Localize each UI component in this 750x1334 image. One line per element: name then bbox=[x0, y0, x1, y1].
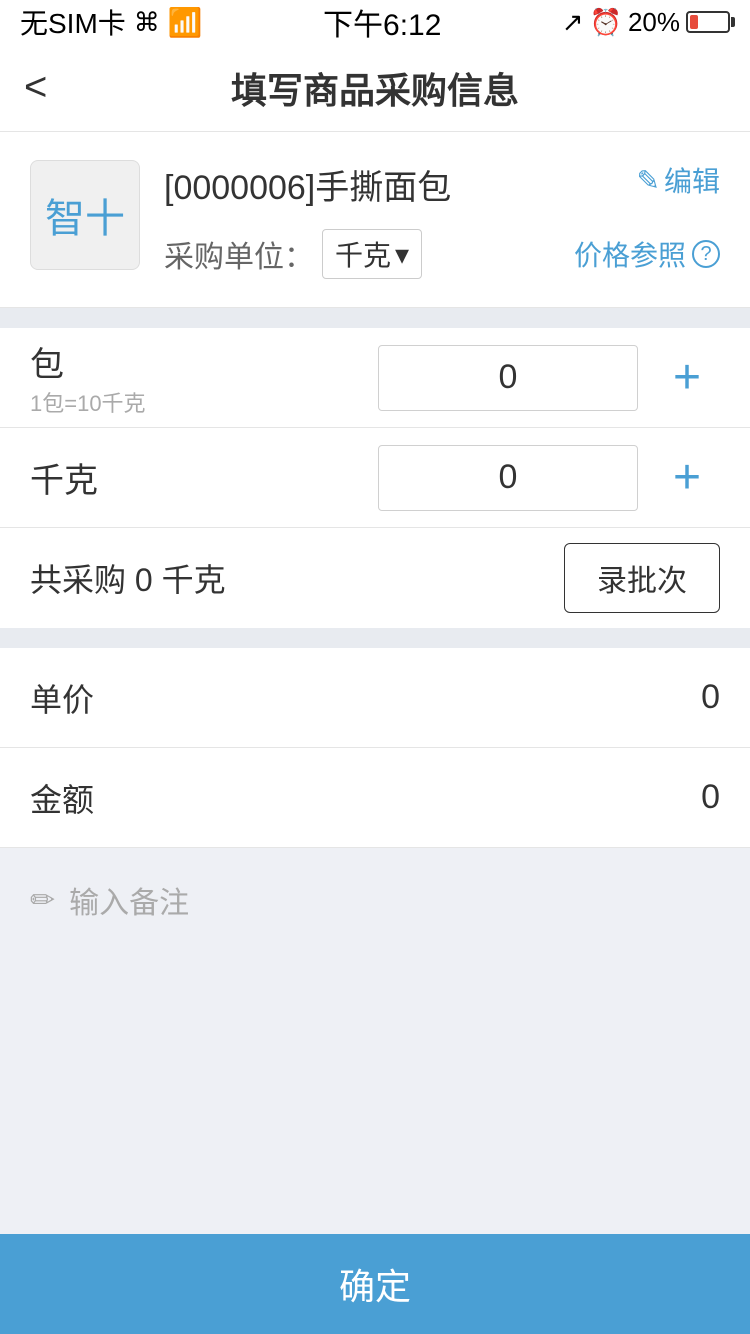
price-section: 单价 0 金额 0 bbox=[0, 648, 750, 848]
purchase-unit-label: 采购单位： 千克 ▾ bbox=[164, 229, 422, 279]
record-batch-button[interactable]: 录批次 bbox=[564, 543, 720, 613]
bag-main-label: 包 bbox=[30, 337, 190, 386]
kg-input-row: 千克 0 + bbox=[0, 428, 750, 528]
section-divider-1 bbox=[0, 308, 750, 328]
kg-value: 0 bbox=[499, 458, 518, 497]
price-ref-link[interactable]: 价格参照 ? bbox=[574, 234, 720, 274]
status-right: ↗ ⏰ 20% bbox=[562, 7, 730, 38]
carrier-label: 无SIM卡 bbox=[20, 2, 126, 42]
wifi-signal: 📶 bbox=[168, 6, 203, 39]
page-title: 填写商品采购信息 bbox=[231, 62, 519, 114]
product-image: 智十 bbox=[30, 160, 140, 270]
summary-row: 共采购 0 千克 录批次 bbox=[0, 528, 750, 628]
bag-input-right: 0 + bbox=[190, 345, 720, 411]
battery-icon bbox=[686, 11, 730, 33]
bag-label: 包 1包=10千克 bbox=[30, 337, 190, 418]
amount-value: 0 bbox=[701, 778, 720, 817]
pencil-icon: ✏ bbox=[30, 883, 55, 918]
edit-label: 编辑 bbox=[664, 160, 720, 200]
unit-value: 千克 bbox=[335, 234, 391, 274]
summary-text: 共采购 0 千克 bbox=[30, 555, 226, 601]
note-placeholder: 输入备注 bbox=[69, 878, 189, 922]
bag-input-row: 包 1包=10千克 0 + bbox=[0, 328, 750, 428]
nav-bar: < 填写商品采购信息 bbox=[0, 44, 750, 132]
wifi-icon: ⌘️ bbox=[134, 7, 160, 38]
product-name: [0000006]手撕面包 bbox=[164, 160, 451, 209]
help-icon: ? bbox=[692, 240, 720, 268]
edit-icon: ✎ bbox=[637, 164, 660, 197]
section-divider-2 bbox=[0, 628, 750, 648]
dropdown-arrow-icon: ▾ bbox=[395, 238, 409, 271]
unit-price-label: 单价 bbox=[30, 675, 94, 721]
edit-link[interactable]: ✎ 编辑 bbox=[637, 160, 720, 200]
product-card: 智十 [0000006]手撕面包 ✎ 编辑 采购单位： 千克 ▾ 价格参照 ? bbox=[0, 132, 750, 308]
battery-percent: 20% bbox=[628, 7, 680, 38]
kg-number-input[interactable]: 0 bbox=[378, 445, 638, 511]
amount-label: 金额 bbox=[30, 775, 94, 821]
unit-price-value: 0 bbox=[701, 678, 720, 717]
status-left: 无SIM卡 ⌘️ 📶 bbox=[20, 2, 203, 42]
bag-sub-label: 1包=10千克 bbox=[30, 386, 190, 418]
kg-main-label: 千克 bbox=[30, 453, 190, 502]
product-info: [0000006]手撕面包 ✎ 编辑 采购单位： 千克 ▾ 价格参照 ? bbox=[164, 160, 720, 279]
bag-value: 0 bbox=[499, 358, 518, 397]
product-name-row: [0000006]手撕面包 ✎ 编辑 bbox=[164, 160, 720, 209]
amount-row: 金额 0 bbox=[0, 748, 750, 848]
kg-plus-button[interactable]: + bbox=[654, 445, 720, 511]
bag-plus-button[interactable]: + bbox=[654, 345, 720, 411]
status-bar: 无SIM卡 ⌘️ 📶 下午6:12 ↗ ⏰ 20% bbox=[0, 0, 750, 44]
price-ref-label: 价格参照 bbox=[574, 234, 686, 274]
note-section[interactable]: ✏ 输入备注 bbox=[0, 848, 750, 952]
kg-input-right: 0 + bbox=[190, 445, 720, 511]
status-time: 下午6:12 bbox=[323, 0, 441, 44]
unit-text-label: 采购单位： bbox=[164, 232, 314, 276]
kg-label: 千克 bbox=[30, 453, 190, 502]
alarm-icon: ⏰ bbox=[590, 7, 622, 38]
confirm-button[interactable]: 确定 bbox=[0, 1234, 750, 1334]
back-button[interactable]: < bbox=[24, 65, 47, 110]
unit-price-row: 单价 0 bbox=[0, 648, 750, 748]
unit-dropdown[interactable]: 千克 ▾ bbox=[322, 229, 422, 279]
location-icon: ↗ bbox=[562, 7, 584, 38]
product-image-label: 智十 bbox=[45, 186, 125, 244]
purchase-unit-row: 采购单位： 千克 ▾ 价格参照 ? bbox=[164, 229, 720, 279]
input-section: 包 1包=10千克 0 + 千克 0 + 共采购 0 千克 录批次 bbox=[0, 328, 750, 628]
bag-number-input[interactable]: 0 bbox=[378, 345, 638, 411]
